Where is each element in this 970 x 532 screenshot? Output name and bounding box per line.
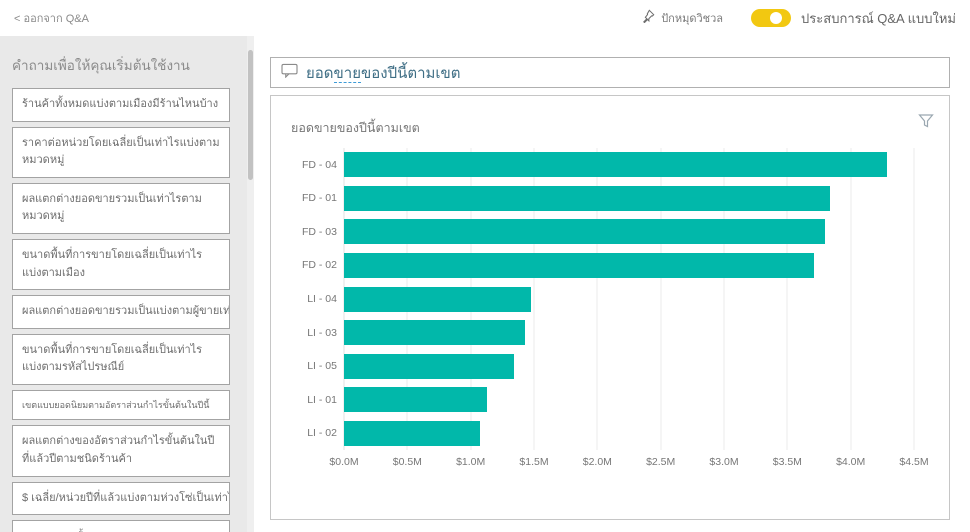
y-category-label: LI - 02 bbox=[307, 427, 337, 440]
x-tick-label: $1.5M bbox=[519, 456, 549, 468]
y-category-label: FD - 03 bbox=[301, 225, 337, 238]
new-qa-experience-toggle[interactable] bbox=[751, 9, 792, 27]
toggle-knob bbox=[770, 12, 783, 24]
bar-chart-visual[interactable]: ยอดขายของปีนี้ตามเขต FD - 04 FD - 01 FD - … bbox=[270, 95, 950, 520]
bar-FD-03[interactable] bbox=[344, 219, 826, 245]
pin-icon bbox=[641, 8, 655, 28]
filter-icon[interactable] bbox=[917, 112, 935, 130]
scrollbar-thumb[interactable] bbox=[248, 50, 253, 180]
bar-row: LI - 04 bbox=[307, 282, 914, 316]
y-category-label: LI - 03 bbox=[307, 326, 337, 339]
bar-LI-01[interactable] bbox=[344, 387, 488, 413]
sidebar-question[interactable]: เขตแบบยอดนิยมตามอัตราส่วนกำไรขั้นต้นในปี… bbox=[12, 389, 230, 421]
qa-screen: < ออกจาก Q&A ปักหมุดวิชวล ประสบการณ์ Q&A… bbox=[0, 0, 970, 532]
question-text: ยอดขายของปีนี้ตามเขต bbox=[306, 64, 461, 83]
y-category-label: LI - 04 bbox=[307, 293, 337, 306]
x-axis: $0.0M $0.5M $1.0M $1.5M $2.0M $2.5M $3.0M $3.5M… bbox=[329, 456, 928, 472]
sidebar-question[interactable]: ขนาดพื้นที่การขายโดยเฉลี่ยเป็นเท่าไรแบ่ง… bbox=[12, 238, 230, 291]
sidebar-question[interactable]: ขนาดพื้นที่การขายโดยเฉลี่ยเป็นเท่าไรแบ่ง… bbox=[12, 333, 230, 385]
x-tick-label: $1.0M bbox=[456, 456, 486, 468]
topbar-actions: ปักหมุดวิชวล ประสบการณ์ Q&A แบบใหม่ bbox=[641, 8, 956, 29]
sidebar-question[interactable]: ร้านค้าทั้งหมดแบ่งตามเมืองมีร้านไหนบ้าง bbox=[12, 88, 230, 122]
bar-FD-02[interactable] bbox=[344, 252, 814, 278]
sidebar-question[interactable]: ราคาต่อหน่วยโดยเฉลี่ยเป็นเท่าไรแบ่งตามหม… bbox=[12, 126, 230, 178]
x-tick-label: $3.5M bbox=[772, 456, 802, 468]
x-tick-label: $4.5M bbox=[899, 456, 929, 468]
plot-area: FD - 04 FD - 01 FD - 03 FD - 02 LI - 04 LI - … bbox=[302, 148, 915, 451]
bar-row: LI - 01 bbox=[307, 383, 914, 417]
y-category-label: FD - 02 bbox=[301, 259, 337, 272]
bar-FD-04[interactable] bbox=[344, 152, 888, 178]
x-tick-label: $0.0M bbox=[329, 456, 359, 468]
sidebar-question[interactable]: ผลแตกต่างยอดขายรวมเป็นเท่าไรตามหมวดหมู่ bbox=[12, 182, 230, 234]
y-category-label: FD - 04 bbox=[301, 158, 337, 171]
qa-canvas: ยอดขายของปีนี้ตามเขต ยอดขายของปีนี้ตามเข… bbox=[254, 36, 970, 532]
question-input[interactable]: ยอดขายของปีนี้ตามเขต bbox=[270, 57, 950, 88]
sidebar-scrollbar[interactable] bbox=[247, 36, 254, 532]
exit-qa-link[interactable]: < ออกจาก Q&A bbox=[14, 9, 89, 27]
bar-LI-05[interactable] bbox=[344, 353, 514, 379]
speech-bubble-icon bbox=[281, 63, 298, 83]
sidebar-question[interactable]: แสดงยอดขายทั้งหมด bbox=[12, 520, 230, 532]
sidebar-question[interactable]: ผลแตกต่างของอัตราส่วนกำไรขั้นต้นในปีที่แ… bbox=[12, 425, 230, 477]
bar-FD-01[interactable] bbox=[344, 185, 831, 211]
bar-row: FD - 03 bbox=[302, 215, 914, 249]
sidebar-question[interactable]: ผลแตกต่างยอดขายรวมเป็นแบ่งตามผู้ขายเท่าไ… bbox=[12, 295, 230, 329]
sidebar-heading: คำถามเพื่อให้คุณเริ่มต้นใช้งาน bbox=[12, 58, 190, 73]
bar-LI-04[interactable] bbox=[344, 286, 532, 312]
bar-row: LI - 02 bbox=[307, 417, 914, 451]
recognized-term: ขาย bbox=[333, 64, 362, 83]
x-tick-label: $0.5M bbox=[392, 456, 422, 468]
sidebar-question[interactable]: $ เฉลี่ย/หน่วยปีที่แล้วแบ่งตามห่วงโซ่เป็… bbox=[12, 481, 230, 516]
question-list: ร้านค้าทั้งหมดแบ่งตามเมืองมีร้านไหนบ้างร… bbox=[12, 88, 235, 532]
bar-row: LI - 03 bbox=[307, 316, 914, 350]
bar-row: LI - 05 bbox=[307, 349, 914, 383]
bar-row: FD - 02 bbox=[302, 249, 914, 283]
new-qa-experience-label: ประสบการณ์ Q&A แบบใหม่ bbox=[801, 10, 956, 26]
bar-LI-03[interactable] bbox=[344, 320, 526, 346]
bar-row: FD - 04 bbox=[302, 148, 914, 182]
y-category-label: LI - 05 bbox=[307, 360, 337, 373]
top-bar: < ออกจาก Q&A ปักหมุดวิชวล ประสบการณ์ Q&A… bbox=[0, 0, 970, 36]
x-tick-label: $2.0M bbox=[582, 456, 612, 468]
chart-rows: FD - 04 FD - 01 FD - 03 FD - 02 LI - 04 LI - … bbox=[302, 148, 914, 451]
y-category-label: LI - 01 bbox=[307, 393, 337, 406]
x-tick-label: $3.0M bbox=[709, 456, 739, 468]
suggested-questions-sidebar: คำถามเพื่อให้คุณเริ่มต้นใช้งาน ร้านค้าทั… bbox=[0, 36, 247, 532]
pin-visual-label: ปักหมุดวิชวล bbox=[661, 13, 724, 25]
y-category-label: FD - 01 bbox=[301, 192, 337, 205]
chart-title: ยอดขายของปีนี้ตามเขต bbox=[291, 121, 420, 135]
pin-visual-button[interactable]: ปักหมุดวิชวล bbox=[641, 8, 724, 28]
bar-LI-02[interactable] bbox=[344, 420, 480, 446]
x-tick-label: $4.0M bbox=[836, 456, 866, 468]
bar-row: FD - 01 bbox=[302, 182, 914, 216]
x-tick-label: $2.5M bbox=[646, 456, 676, 468]
